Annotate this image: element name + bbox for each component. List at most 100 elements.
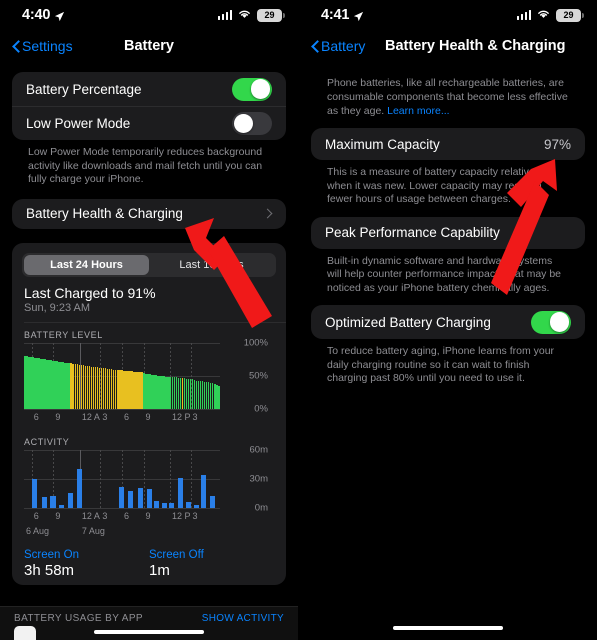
battery-level-chart-wrap: 0% 50% 100% 6 9 12 A 3 6 9 12 P3 (12, 337, 286, 427)
row-maximum-capacity[interactable]: Maximum Capacity 97% (311, 128, 585, 160)
status-time-text-left: 4:40 (22, 7, 51, 23)
row-battery-health-charging[interactable]: Battery Health & Charging (12, 199, 286, 229)
status-time-right: 4:41 (321, 7, 364, 23)
activity-chart-plot (24, 449, 220, 509)
chart-y-tick: 50% (248, 370, 268, 381)
activity-bar (154, 500, 160, 508)
status-indicators-right: 29 (516, 6, 584, 24)
home-indicator[interactable] (94, 630, 204, 634)
row-battery-percentage[interactable]: Battery Percentage (12, 72, 286, 106)
status-bar-left: 4:40 29 (0, 0, 298, 30)
activity-bar (41, 496, 47, 508)
segment-last-24-hours[interactable]: Last 24 Hours (24, 254, 149, 275)
battery-status-icon: 29 (257, 8, 285, 22)
low-power-mode-toggle[interactable] (232, 112, 272, 135)
cellular-bars-icon (217, 10, 232, 20)
cellular-bars-icon (516, 10, 531, 20)
location-arrow-icon (353, 10, 364, 21)
chart-x-date-label: 7 Aug (81, 525, 105, 536)
screen-on-value: 3h 58m (24, 561, 75, 579)
chart-x-tick: 3 (192, 411, 198, 422)
battery-usage-by-app-title: BATTERY USAGE BY APP (14, 613, 143, 624)
back-button-settings[interactable]: Settings (12, 38, 73, 54)
show-activity-button[interactable]: SHOW ACTIVITY (202, 613, 284, 624)
activity-bar (193, 504, 199, 508)
battery-health-label: Battery Health & Charging (26, 206, 183, 221)
chevron-left-icon (311, 40, 319, 53)
peak-performance-label: Peak Performance Capability (325, 225, 500, 240)
peak-performance-footnote: Built-in dynamic software and hardware s… (327, 254, 562, 294)
row-low-power-mode[interactable]: Low Power Mode (12, 106, 286, 140)
chart-x-tick: 6 (33, 510, 39, 521)
activity-chart[interactable]: 0m 30m 60m 6 9 12 A 3 6 9 12 P3 6 Aug 7 Aug (24, 444, 274, 536)
battery-level-chart[interactable]: 0% 50% 100% 6 9 12 A 3 6 9 12 P3 (24, 337, 274, 427)
battery-percent-left: 29 (264, 9, 275, 20)
toggle-knob (250, 79, 271, 99)
activity-bar (76, 468, 82, 508)
left-phone-screen: 4:40 29 Settings Battery Battery Percent… (0, 0, 298, 640)
activity-bar (50, 495, 56, 508)
chart-x-tick: 6 (33, 411, 39, 422)
battery-health-intro: Phone batteries, like all rechargeable b… (311, 62, 585, 128)
page-title-right: Battery Health & Charging (385, 38, 566, 54)
home-indicator[interactable] (393, 626, 503, 630)
battery-percentage-toggle[interactable] (232, 77, 272, 101)
chart-x-tick: 3 (192, 510, 198, 521)
screen-off-label: Screen Off (149, 548, 204, 561)
activity-chart-wrap: 0m 30m 60m 6 9 12 A 3 6 9 12 P3 6 Aug 7 Aug (12, 444, 286, 536)
chart-vertical-gridline (170, 449, 172, 508)
toggle-knob (549, 312, 570, 332)
app-icon[interactable] (14, 626, 36, 640)
activity-bar (201, 474, 207, 508)
activity-bar (68, 493, 74, 508)
low-power-mode-footnote: Low Power Mode temporarily reduces backg… (28, 146, 263, 185)
back-button-battery[interactable]: Battery (311, 38, 365, 54)
screen-off-value: 1m (149, 561, 170, 579)
chart-y-tick: 100% (243, 337, 268, 348)
chart-y-tick: 0m (254, 502, 268, 513)
activity-bar (177, 477, 183, 508)
location-arrow-icon (54, 10, 65, 21)
screen-on-label: Screen On (24, 548, 79, 561)
nav-bar-left: Settings Battery (0, 30, 298, 62)
wifi-icon (536, 6, 551, 24)
chart-x-tick: 12 P (171, 411, 191, 422)
chart-x-tick: 9 (55, 510, 61, 521)
chart-x-tick: 12 A (81, 411, 100, 422)
chart-x-tick: 12 A (81, 510, 100, 521)
status-bar-right: 4:41 29 (299, 0, 597, 30)
chart-vertical-gridline (100, 449, 102, 508)
activity-chart-x-axis-dates: 6 Aug 7 Aug (24, 526, 220, 540)
chart-vertical-gridline (190, 449, 192, 508)
screen-off-block: Screen Off 1m (149, 549, 274, 579)
activity-bar (162, 502, 168, 508)
chart-y-tick: 60m (249, 444, 268, 455)
back-button-label: Settings (22, 38, 73, 54)
status-indicators-left: 29 (217, 6, 285, 24)
battery-usage-by-app-footer: BATTERY USAGE BY APP SHOW ACTIVITY (0, 606, 298, 640)
activity-bar (119, 487, 125, 508)
right-content: Phone batteries, like all rechargeable b… (299, 62, 597, 386)
dual-screenshot-container: 4:40 29 Settings Battery Battery Percent… (0, 0, 597, 640)
row-peak-performance[interactable]: Peak Performance Capability (311, 217, 585, 249)
segment-last-10-days[interactable]: Last 10 Days (149, 255, 274, 275)
chart-y-tick: 30m (249, 473, 268, 484)
battery-chart-x-axis: 6 9 12 A 3 6 9 12 P3 (24, 411, 220, 427)
maximum-capacity-label: Maximum Capacity (325, 136, 440, 152)
maximum-capacity-footnote: This is a measure of battery capacity re… (327, 166, 547, 205)
last-charged-subtitle: Sun, 9:23 AM (24, 301, 91, 314)
battery-usage-card: Last 24 Hours Last 10 Days Last Charged … (12, 242, 286, 585)
chart-x-tick: 6 (123, 411, 129, 422)
learn-more-link[interactable]: Learn more... (387, 105, 449, 117)
screen-time-summary: Screen On 3h 58m Screen Off 1m (12, 540, 286, 579)
optimized-charging-toggle[interactable] (531, 310, 571, 334)
chart-x-tick: 9 (145, 510, 151, 521)
row-optimized-battery-charging[interactable]: Optimized Battery Charging (311, 305, 585, 339)
time-range-segmented-control[interactable]: Last 24 Hours Last 10 Days (22, 252, 276, 277)
activity-bar (169, 502, 175, 508)
status-time-text-right: 4:41 (321, 7, 350, 23)
battery-chart-y-axis: 0% 50% 100% (220, 337, 268, 414)
battery-percentage-label: Battery Percentage (26, 81, 142, 97)
